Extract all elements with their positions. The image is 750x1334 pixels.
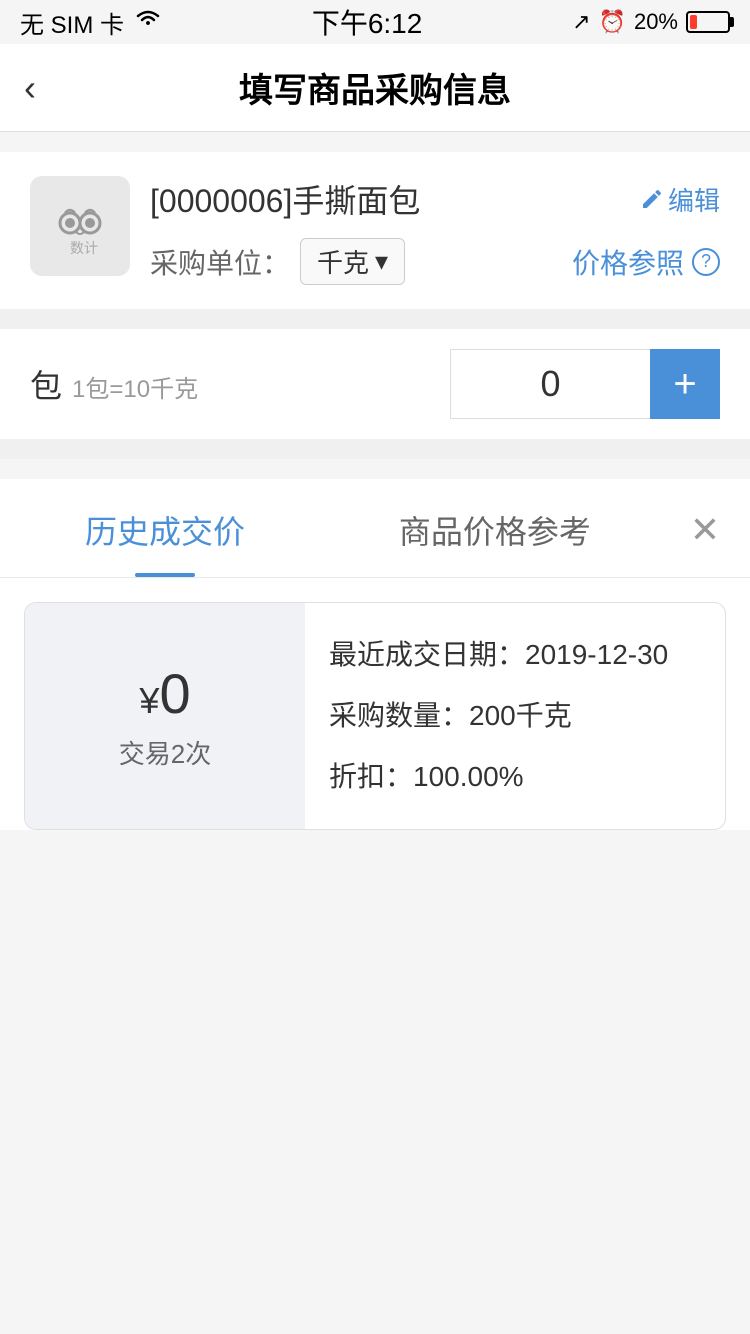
alarm-icon: ⏰ — [599, 9, 626, 35]
date-label: 最近成交日期： — [329, 639, 525, 670]
tab-close-button[interactable]: ✕ — [660, 481, 750, 575]
quantity-control: + — [450, 349, 720, 419]
quantity-unit: 包 — [30, 361, 62, 407]
price-display: ¥0 — [139, 661, 190, 726]
quantity-row: 包 1包=10千克 + — [0, 329, 750, 439]
edit-button[interactable]: 编辑 — [640, 181, 720, 218]
product-logo-icon: 数计 — [45, 191, 115, 261]
section-divider — [0, 309, 750, 329]
carrier-text: 无 SIM 卡 — [20, 5, 124, 40]
price-card-left: ¥0 交易2次 — [25, 603, 305, 829]
product-card: 数计 [0000006]手撕面包 编辑 采购单位： 千克 ▾ 价格参照 — [0, 152, 750, 309]
tabs-panel: 历史成交价 商品价格参考 ✕ ¥0 交易2次 最近成交日期：2019-12-30… — [0, 479, 750, 830]
quantity-label: 包 1包=10千克 — [30, 361, 198, 407]
status-left: 无 SIM 卡 — [20, 5, 162, 40]
discount-value: 100.00% — [413, 761, 524, 792]
price-ref-label: 价格参照 — [572, 242, 684, 282]
section-divider-2 — [0, 439, 750, 459]
status-bar: 无 SIM 卡 下午6:12 ↗ ⏰ 20% — [0, 0, 750, 44]
unit-value: 千克 — [317, 243, 369, 280]
product-image: 数计 — [30, 176, 130, 276]
quantity-plus-button[interactable]: + — [650, 349, 720, 419]
battery-icon — [686, 11, 730, 33]
svg-text:数计: 数计 — [70, 240, 98, 256]
price-reference-button[interactable]: 价格参照 ? — [572, 242, 720, 282]
unit-select[interactable]: 千克 ▾ — [300, 238, 405, 285]
chevron-down-icon: ▾ — [375, 246, 388, 277]
nav-bar: ‹ 填写商品采购信息 — [0, 44, 750, 132]
discount-label: 折扣： — [329, 761, 413, 792]
location-icon: ↗ — [572, 9, 590, 35]
wifi-icon — [134, 8, 162, 36]
date-value: 2019-12-30 — [525, 639, 668, 670]
tab-history-price[interactable]: 历史成交价 — [0, 479, 330, 577]
last-trade-date-row: 最近成交日期：2019-12-30 — [329, 633, 701, 678]
currency-symbol: ¥ — [139, 680, 159, 721]
quantity-input[interactable] — [450, 349, 650, 419]
unit-label: 采购单位： 千克 ▾ — [150, 238, 405, 285]
trades-count: 交易2次 — [119, 734, 211, 771]
price-card: ¥0 交易2次 最近成交日期：2019-12-30 采购数量：200千克 折扣：… — [24, 602, 726, 830]
unit-row: 采购单位： 千克 ▾ 价格参照 ? — [150, 238, 720, 285]
edit-label: 编辑 — [668, 181, 720, 218]
page-title: 填写商品采购信息 — [239, 63, 511, 112]
product-full-name: [0000006]手撕面包 — [150, 176, 420, 222]
quantity-hint: 1包=10千克 — [72, 369, 198, 404]
quantity-label-text: 采购数量： — [329, 700, 469, 731]
price-card-right: 最近成交日期：2019-12-30 采购数量：200千克 折扣：100.00% — [305, 603, 725, 829]
product-name-row: [0000006]手撕面包 编辑 — [150, 176, 720, 222]
edit-icon — [640, 187, 664, 211]
tabs-header: 历史成交价 商品价格参考 ✕ — [0, 479, 750, 578]
help-icon: ? — [692, 248, 720, 276]
product-info: [0000006]手撕面包 编辑 采购单位： 千克 ▾ 价格参照 ? — [150, 176, 720, 285]
status-right: ↗ ⏰ 20% — [572, 9, 730, 35]
discount-row: 折扣：100.00% — [329, 755, 701, 800]
tab-product-price-ref[interactable]: 商品价格参考 — [330, 479, 660, 577]
quantity-value: 200千克 — [469, 700, 572, 731]
back-button[interactable]: ‹ — [24, 67, 36, 109]
purchase-quantity-row: 采购数量：200千克 — [329, 694, 701, 739]
battery-percent: 20% — [634, 9, 678, 35]
status-time: 下午6:12 — [312, 2, 423, 42]
price-value: 0 — [159, 662, 190, 725]
